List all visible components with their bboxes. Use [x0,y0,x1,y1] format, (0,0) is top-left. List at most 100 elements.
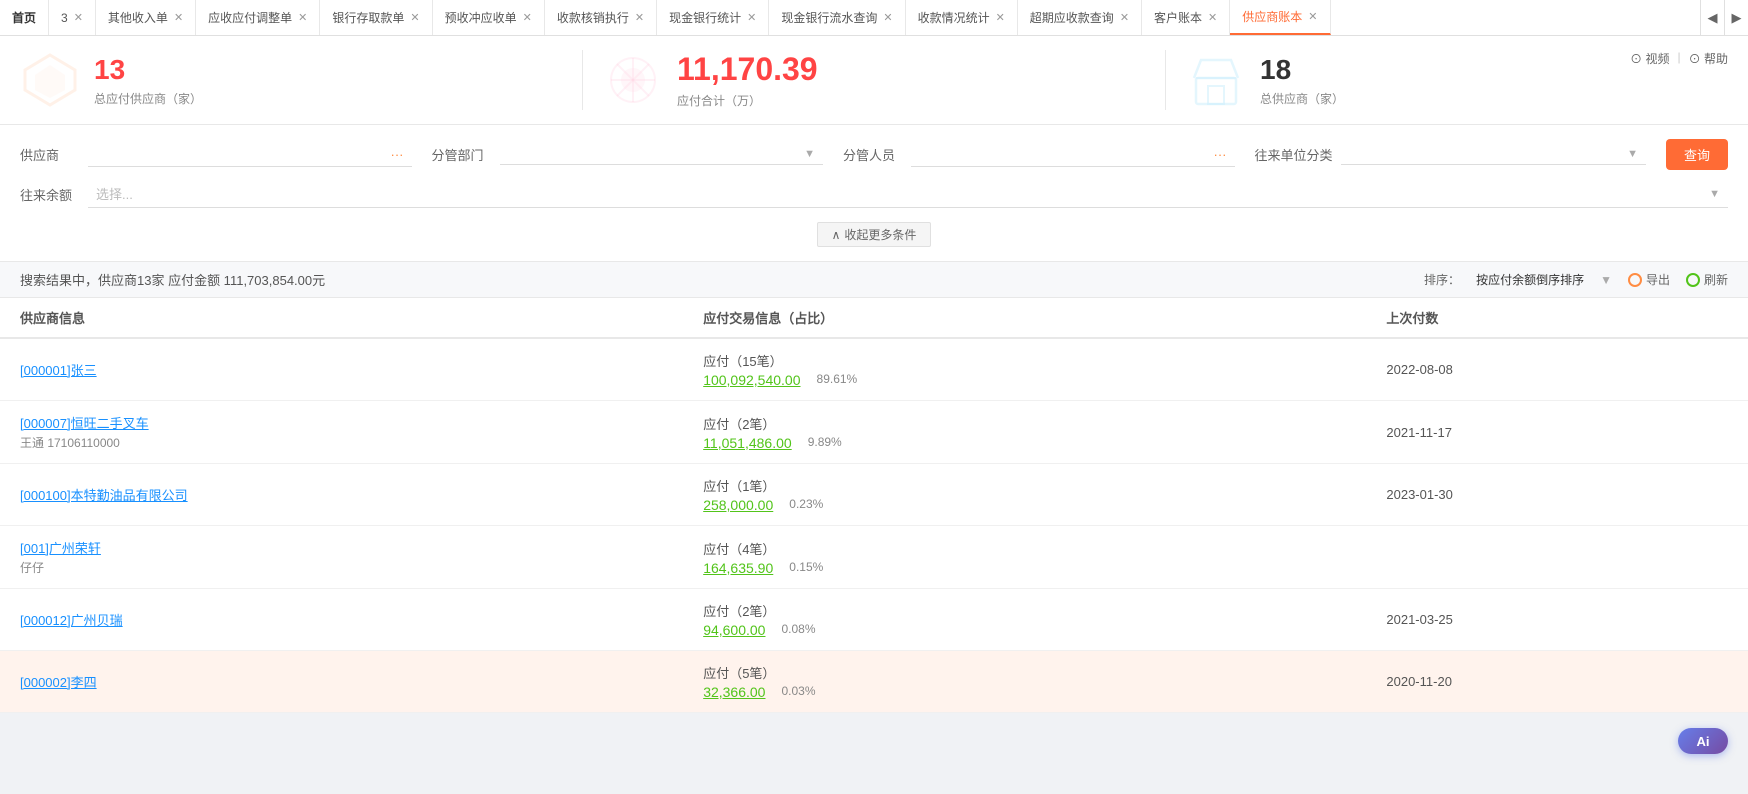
nav-next-arrow[interactable]: ▶ [1724,0,1748,36]
balance-select-placeholder: 选择... [96,184,133,203]
close-other-income-icon[interactable]: ✕ [174,11,183,24]
ai-fab-label: Ai [1697,734,1710,749]
filter-row-2: 往来余额 选择... ▼ [20,180,1728,208]
top-nav: 首页 3 ✕ 其他收入单 ✕ 应收应付调整单 ✕ 银行存取款单 ✕ 预收冲应收单… [0,0,1748,36]
nav-tab-cash-flow[interactable]: 现金银行流水查询 ✕ [769,0,905,35]
result-actions: 排序： 按应付余额倒序排序 ▼ 导出 刷新 [1424,271,1728,288]
nav-tab-home[interactable]: 首页 [0,0,49,35]
supplier-name-1[interactable]: [000007]恒旺二手叉车 [20,413,703,432]
collapse-label: 收起更多条件 [844,226,916,243]
col-header-transaction: 应付交易信息（占比） [703,308,1386,327]
help-label: 帮助 [1704,52,1728,66]
trans-row-5: 32,366.00 0.03% [703,682,1386,700]
col-header-last-pay: 上次付数 [1386,308,1728,327]
supplier-info-1: [000007]恒旺二手叉车 王通 17106110000 [20,413,703,451]
trans-pct-1: 9.89% [808,435,842,449]
supplier-info-3: [001]广州荣轩 仔仔 [20,538,703,576]
supplier-filter-input[interactable]: ··· [88,143,412,167]
trans-row-0: 100,092,540.00 89.61% [703,370,1386,388]
nav-tab-other-income[interactable]: 其他收入单 ✕ [96,0,196,35]
nav-scroll-arrows: ◀ ▶ [1700,0,1748,36]
trans-amount-5[interactable]: 32,366.00 [703,684,765,700]
close-cash-stat-icon[interactable]: ✕ [747,11,756,24]
balance-filter-select[interactable]: 选择... ▼ [88,180,1728,208]
filter-item-dept: 分管部门 ▼ [432,144,824,165]
close-supplier-icon[interactable]: ✕ [1308,10,1317,23]
nav-tab-bank[interactable]: 银行存取款单 ✕ [320,0,432,35]
supplier-name-4[interactable]: [000012]广州贝瑞 [20,610,703,629]
close-bank-icon[interactable]: ✕ [410,11,419,24]
dept-filter-select[interactable]: ▼ [500,144,824,165]
close-receipt-stat-icon[interactable]: ✕ [996,11,1005,24]
close-receipt-icon[interactable]: ✕ [635,11,644,24]
help-sep: | [1678,50,1681,67]
nav-tab-3[interactable]: 3 ✕ [49,0,96,35]
nav-prev-arrow[interactable]: ◀ [1700,0,1724,36]
nav-tab-ar-ap[interactable]: 应收应付调整单 ✕ [196,0,320,35]
nav-tab-customer[interactable]: 客户账本 ✕ [1142,0,1230,35]
trans-pct-5: 0.03% [781,684,815,698]
video-label: 视频 [1645,52,1669,66]
supplier-name-2[interactable]: [000100]本特勤油品有限公司 [20,485,703,504]
export-label: 导出 [1646,271,1670,288]
person-filter-input[interactable]: ··· [911,143,1235,167]
receipt-label: 收款核销执行 [557,9,629,26]
sort-value[interactable]: 按应付余额倒序排序 [1476,271,1584,288]
nav-tab-prepay[interactable]: 预收冲应收单 ✕ [433,0,545,35]
close-cash-flow-icon[interactable]: ✕ [883,11,892,24]
help-icon: ⊙ [1689,52,1701,66]
supplier-dots-icon[interactable]: ··· [391,147,404,162]
cash-stat-label: 现金银行统计 [669,9,741,26]
trans-amount-1[interactable]: 11,051,486.00 [703,435,792,451]
nav-tab-supplier[interactable]: 供应商账本 ✕ [1230,0,1330,35]
trans-amount-4[interactable]: 94,600.00 [703,622,765,638]
tab3-label: 3 [61,11,68,25]
nav-tab-receipt[interactable]: 收款核销执行 ✕ [545,0,657,35]
video-link[interactable]: ⊙ 视频 [1630,50,1669,67]
table-row: [000001]张三 应付（15笔） 100,092,540.00 89.61%… [0,339,1748,401]
col-header-supplier: 供应商信息 [20,308,703,327]
filter-item-person: 分管人员 ··· [843,143,1235,167]
stat-divider-2 [1165,50,1166,110]
collapse-button[interactable]: ∧ 收起更多条件 [817,222,932,247]
nav-tab-cash-stat[interactable]: 现金银行统计 ✕ [657,0,769,35]
category-filter-label: 往来单位分类 [1255,145,1333,164]
category-filter-select[interactable]: ▼ [1341,144,1646,165]
table-row: [000100]本特勤油品有限公司 应付（1笔） 258,000.00 0.23… [0,464,1748,526]
trans-pct-0: 89.61% [817,372,858,386]
refresh-button[interactable]: 刷新 [1686,271,1728,288]
nav-tab-overdue[interactable]: 超期应收款查询 ✕ [1018,0,1142,35]
close-customer-icon[interactable]: ✕ [1208,11,1217,24]
table-row: [000007]恒旺二手叉车 王通 17106110000 应付（2笔） 11,… [0,401,1748,464]
trans-amount-2[interactable]: 258,000.00 [703,497,773,513]
close-ar-ap-icon[interactable]: ✕ [298,11,307,24]
trans-row-2: 258,000.00 0.23% [703,495,1386,513]
customer-label: 客户账本 [1154,9,1202,26]
trans-amount-0[interactable]: 100,092,540.00 [703,372,800,388]
collapse-up-icon: ∧ [832,228,841,242]
overdue-label: 超期应收款查询 [1030,9,1114,26]
result-bar: 搜索结果中，供应商13家 应付金额 111,703,854.00元 排序： 按应… [0,262,1748,298]
person-dots-icon[interactable]: ··· [1214,147,1227,162]
trans-label-2: 应付（1笔） [703,476,1386,495]
nav-tab-receipt-stat[interactable]: 收款情况统计 ✕ [906,0,1018,35]
close-tab3-icon[interactable]: ✕ [74,11,83,24]
trans-amount-3[interactable]: 164,635.90 [703,560,773,576]
query-button[interactable]: 查询 [1666,139,1728,170]
prepay-label: 预收冲应收单 [445,9,517,26]
supplier-filter-label: 供应商 [20,145,80,164]
supplier-name-3[interactable]: [001]广州荣轩 [20,538,703,557]
total-suppliers-number: 18 [1260,54,1344,86]
ai-fab-button[interactable]: Ai [1678,728,1728,754]
diamond-icon [20,50,80,110]
total-suppliers-label: 总供应商（家） [1260,90,1344,107]
supplier-name-5[interactable]: [000002]李四 [20,672,703,691]
trans-label-0: 应付（15笔） [703,351,1386,370]
close-overdue-icon[interactable]: ✕ [1120,11,1129,24]
close-prepay-icon[interactable]: ✕ [523,11,532,24]
dept-filter-label: 分管部门 [432,145,492,164]
export-button[interactable]: 导出 [1628,271,1670,288]
supplier-name-0[interactable]: [000001]张三 [20,360,703,379]
supplier-info-2: [000100]本特勤油品有限公司 [20,485,703,504]
help-link[interactable]: ⊙ 帮助 [1689,50,1728,67]
